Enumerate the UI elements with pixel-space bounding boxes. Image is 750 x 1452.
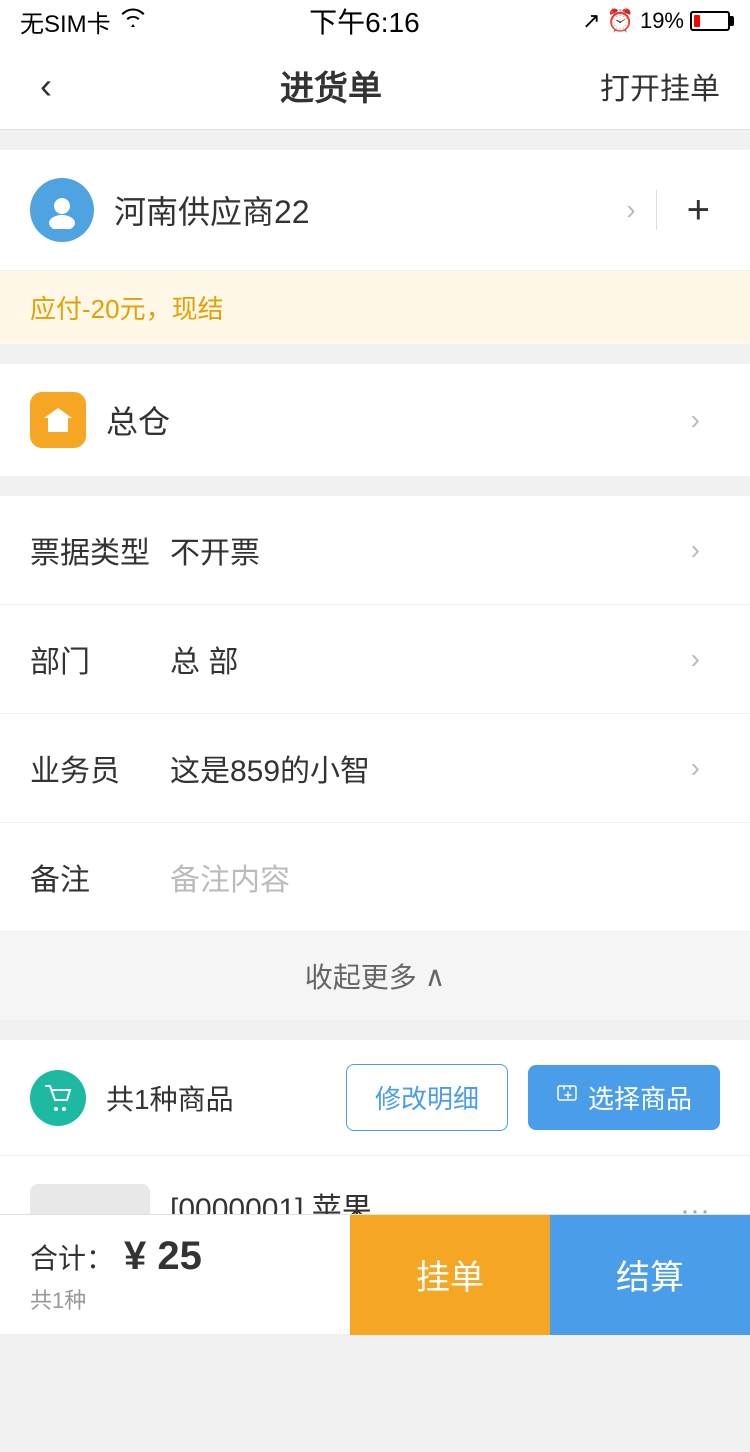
status-right: ↗ ⏰ 19% [582, 8, 730, 34]
form-section: 票据类型 不开票 › 部门 总 部 › 业务员 这是859的小智 › 备注 备注… [0, 496, 750, 932]
salesperson-chevron: › [691, 752, 700, 784]
total-label: 合计： ¥ 25 [30, 1234, 320, 1279]
department-value: 总 部 [170, 637, 691, 681]
add-supplier-button[interactable]: + [677, 188, 720, 233]
section-gap-1 [0, 130, 750, 150]
supplier-avatar [30, 178, 94, 242]
warehouse-chevron-icon: › [691, 404, 700, 436]
collapse-button[interactable]: 收起更多 ∧ [0, 932, 750, 1020]
salesperson-value: 这是859的小智 [170, 746, 691, 790]
remark-row[interactable]: 备注 备注内容 [0, 823, 750, 932]
edit-detail-button[interactable]: 修改明细 [346, 1064, 508, 1131]
invoice-type-row[interactable]: 票据类型 不开票 › [0, 496, 750, 605]
page-title: 进货单 [280, 61, 382, 110]
invoice-type-label: 票据类型 [30, 528, 170, 572]
divider [656, 190, 657, 230]
payment-info: 应付-20元，现结 [0, 271, 750, 344]
battery-percentage: 19% [640, 8, 684, 34]
status-left: 无SIM卡 [20, 4, 147, 39]
warehouse-icon [30, 392, 86, 448]
open-hang-button[interactable]: 打开挂单 [600, 64, 720, 108]
products-count: 共1种商品 [106, 1078, 326, 1118]
checkout-button[interactable]: 结算 [550, 1215, 750, 1335]
total-count: 共1种 [30, 1283, 320, 1315]
carrier-label: 无SIM卡 [20, 4, 111, 39]
total-text: 合计： [30, 1237, 114, 1277]
supplier-section: 河南供应商22 › + 应付-20元，现结 [0, 150, 750, 344]
bottom-bar: 合计： ¥ 25 共1种 挂单 结算 [0, 1214, 750, 1334]
total-section: 合计： ¥ 25 共1种 [0, 1234, 350, 1315]
location-icon: ↗ [582, 8, 600, 34]
remark-label: 备注 [30, 855, 170, 899]
department-row[interactable]: 部门 总 部 › [0, 605, 750, 714]
invoice-type-chevron: › [691, 534, 700, 566]
battery-icon [690, 11, 730, 31]
department-chevron: › [691, 643, 700, 675]
invoice-type-value: 不开票 [170, 528, 691, 572]
select-product-label: 选择商品 [588, 1079, 692, 1116]
collapse-icon: ∧ [425, 960, 446, 993]
department-label: 部门 [30, 637, 170, 681]
nav-bar: ‹ 进货单 打开挂单 [0, 42, 750, 130]
products-icon [30, 1070, 86, 1126]
total-amount: ¥ 25 [124, 1234, 202, 1279]
products-header: 共1种商品 修改明细 选择商品 [0, 1040, 750, 1156]
section-gap-4 [0, 1020, 750, 1040]
supplier-row[interactable]: 河南供应商22 › + [0, 150, 750, 271]
hang-button[interactable]: 挂单 [350, 1215, 550, 1335]
supplier-chevron-icon: › [626, 194, 635, 226]
status-bar: 无SIM卡 下午6:16 ↗ ⏰ 19% [0, 0, 750, 42]
status-time: 下午6:16 [309, 1, 420, 41]
salesperson-label: 业务员 [30, 746, 170, 790]
warehouse-row[interactable]: 总仓 › [0, 364, 750, 476]
back-button[interactable]: ‹ [30, 55, 62, 117]
alarm-icon: ⏰ [607, 8, 634, 34]
section-gap-3 [0, 476, 750, 496]
section-gap-2 [0, 344, 750, 364]
salesperson-row[interactable]: 业务员 这是859的小智 › [0, 714, 750, 823]
wifi-icon [119, 7, 147, 35]
select-product-icon [556, 1082, 580, 1113]
supplier-name: 河南供应商22 [114, 187, 626, 233]
select-product-button[interactable]: 选择商品 [528, 1065, 720, 1130]
warehouse-name: 总仓 [106, 397, 691, 443]
remark-placeholder: 备注内容 [170, 855, 720, 899]
collapse-label: 收起更多 [305, 956, 417, 996]
